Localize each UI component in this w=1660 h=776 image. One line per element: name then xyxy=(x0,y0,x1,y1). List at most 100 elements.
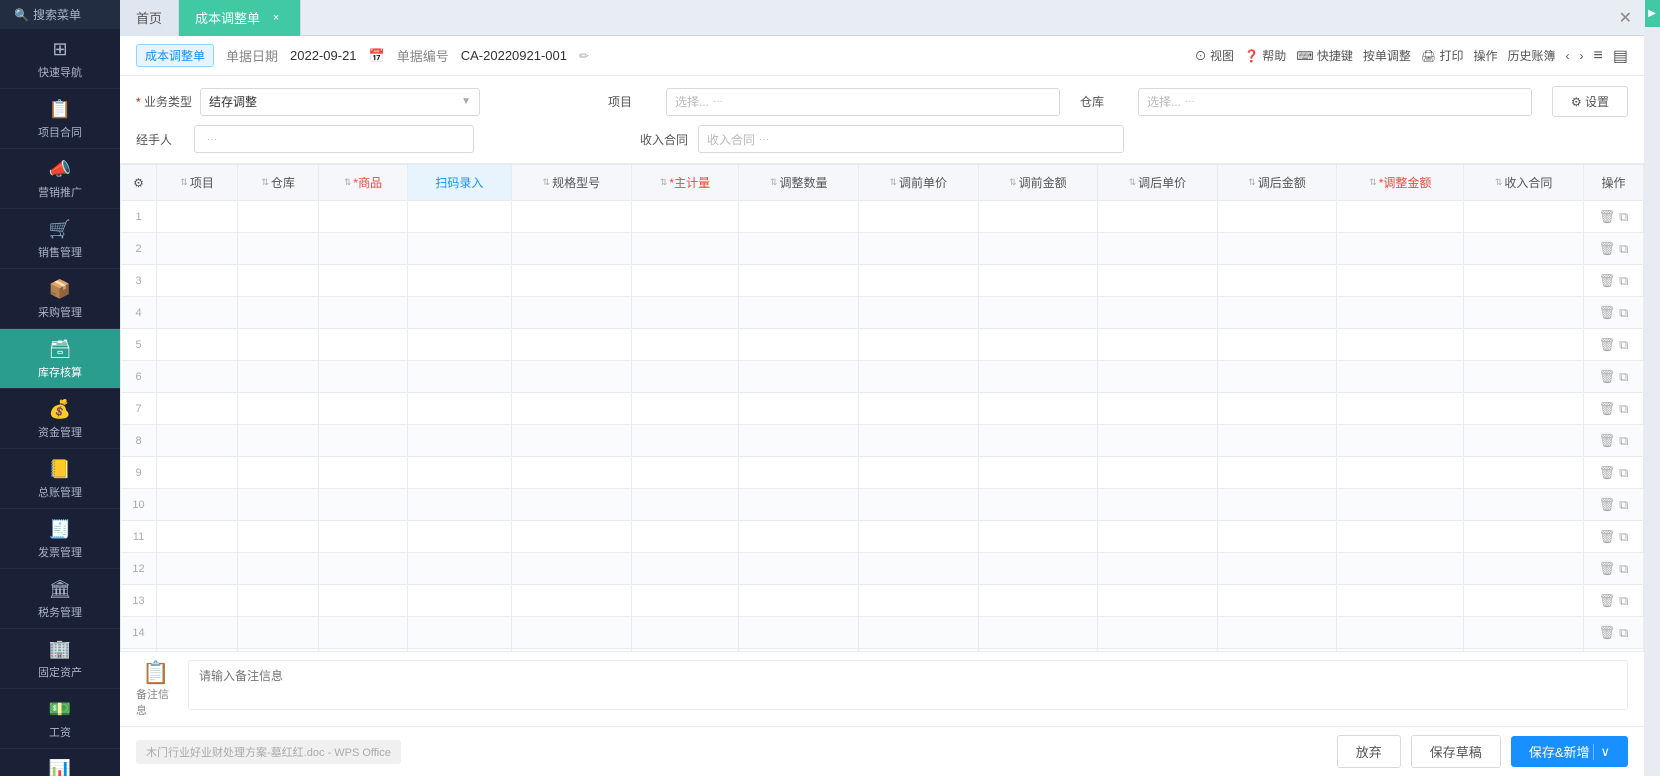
cell-income-contract-13[interactable] xyxy=(1464,585,1584,617)
delete-icon-2[interactable]: 🗑 xyxy=(1599,241,1616,257)
cell-after-price-4[interactable] xyxy=(1098,297,1218,329)
cell-unit-4[interactable] xyxy=(631,297,739,329)
cell-after-price-13[interactable] xyxy=(1098,585,1218,617)
delete-icon-14[interactable]: 🗑 xyxy=(1599,625,1616,641)
cell-warehouse-9[interactable] xyxy=(238,457,319,489)
cell-spec-6[interactable] xyxy=(512,361,632,393)
cell-adjust-amount-3[interactable] xyxy=(1337,265,1464,297)
sidebar-item-operations[interactable]: 📊经营管理 xyxy=(0,749,120,776)
cell-prev-amount-1[interactable] xyxy=(978,201,1098,233)
cell-scan-13[interactable] xyxy=(407,585,511,617)
cell-unit-5[interactable] xyxy=(631,329,739,361)
copy-icon-5[interactable]: ⧉ xyxy=(1619,337,1628,353)
action-batch[interactable]: 按单调整 xyxy=(1363,47,1411,64)
delete-icon-11[interactable]: 🗑 xyxy=(1599,529,1616,545)
cell-spec-11[interactable] xyxy=(512,521,632,553)
cell-warehouse-5[interactable] xyxy=(238,329,319,361)
cell-after-amount-9[interactable] xyxy=(1217,457,1337,489)
cell-project-9[interactable] xyxy=(157,457,238,489)
col-scan[interactable]: 扫码录入 xyxy=(407,165,511,201)
cell-project-7[interactable] xyxy=(157,393,238,425)
cell-after-amount-3[interactable] xyxy=(1217,265,1337,297)
cell-spec-8[interactable] xyxy=(512,425,632,457)
cell-warehouse-15[interactable] xyxy=(238,649,319,652)
cell-adjust-amount-12[interactable] xyxy=(1337,553,1464,585)
cell-adjust-qty-2[interactable] xyxy=(739,233,859,265)
delete-icon-4[interactable]: 🗑 xyxy=(1599,305,1616,321)
delete-icon-6[interactable]: 🗑 xyxy=(1599,369,1616,385)
action-view[interactable]: ⊙ 视图 xyxy=(1195,47,1234,64)
cell-prev-amount-14[interactable] xyxy=(978,617,1098,649)
cell-prev-price-13[interactable] xyxy=(858,585,978,617)
cell-goods-2[interactable] xyxy=(319,233,408,265)
cell-project-2[interactable] xyxy=(157,233,238,265)
cell-spec-15[interactable] xyxy=(512,649,632,652)
cell-adjust-amount-6[interactable] xyxy=(1337,361,1464,393)
cell-adjust-qty-11[interactable] xyxy=(739,521,859,553)
handler-input[interactable]: ··· xyxy=(194,125,474,153)
cell-goods-10[interactable] xyxy=(319,489,408,521)
cell-spec-12[interactable] xyxy=(512,553,632,585)
cell-adjust-qty-8[interactable] xyxy=(739,425,859,457)
cell-after-price-11[interactable] xyxy=(1098,521,1218,553)
sidebar-item-finance[interactable]: 💰资金管理 xyxy=(0,389,120,449)
cell-spec-1[interactable] xyxy=(512,201,632,233)
cell-scan-2[interactable] xyxy=(407,233,511,265)
cell-scan-11[interactable] xyxy=(407,521,511,553)
nav-next[interactable]: › xyxy=(1580,49,1584,63)
save-draft-button[interactable]: 保存草稿 xyxy=(1411,735,1501,768)
cell-adjust-qty-15[interactable] xyxy=(739,649,859,652)
cell-scan-9[interactable] xyxy=(407,457,511,489)
cell-income-contract-14[interactable] xyxy=(1464,617,1584,649)
copy-icon-10[interactable]: ⧉ xyxy=(1619,497,1628,513)
cell-prev-price-6[interactable] xyxy=(858,361,978,393)
copy-icon-1[interactable]: ⧉ xyxy=(1619,209,1628,225)
cell-warehouse-14[interactable] xyxy=(238,617,319,649)
copy-icon-11[interactable]: ⧉ xyxy=(1619,529,1628,545)
cell-prev-price-9[interactable] xyxy=(858,457,978,489)
copy-icon-14[interactable]: ⧉ xyxy=(1619,625,1628,641)
copy-icon-3[interactable]: ⧉ xyxy=(1619,273,1628,289)
action-print[interactable]: 🖨 打印 xyxy=(1421,47,1464,64)
cell-prev-price-4[interactable] xyxy=(858,297,978,329)
cell-warehouse-8[interactable] xyxy=(238,425,319,457)
cell-goods-6[interactable] xyxy=(319,361,408,393)
cell-after-amount-8[interactable] xyxy=(1217,425,1337,457)
copy-icon-8[interactable]: ⧉ xyxy=(1619,433,1628,449)
cell-prev-price-10[interactable] xyxy=(858,489,978,521)
cell-spec-14[interactable] xyxy=(512,617,632,649)
detail-view-icon[interactable]: ▤ xyxy=(1613,46,1628,66)
taskbar-wps[interactable]: 木门行业好业财处理方案-墓红红.doc - WPS Office xyxy=(136,740,401,764)
cell-income-contract-1[interactable] xyxy=(1464,201,1584,233)
delete-icon-9[interactable]: 🗑 xyxy=(1599,465,1616,481)
cell-goods-13[interactable] xyxy=(319,585,408,617)
action-operate[interactable]: 操作 xyxy=(1474,47,1498,64)
right-sidebar-green-tab[interactable]: ▶ xyxy=(1645,0,1660,27)
cell-goods-1[interactable] xyxy=(319,201,408,233)
discard-button[interactable]: 放弃 xyxy=(1337,735,1401,768)
delete-icon-5[interactable]: 🗑 xyxy=(1599,337,1616,353)
cell-goods-15[interactable] xyxy=(319,649,408,652)
cell-income-contract-9[interactable] xyxy=(1464,457,1584,489)
copy-icon-13[interactable]: ⧉ xyxy=(1619,593,1628,609)
cell-unit-10[interactable] xyxy=(631,489,739,521)
copy-icon-7[interactable]: ⧉ xyxy=(1619,401,1628,417)
sidebar-search[interactable]: 🔍 搜索菜单 xyxy=(0,0,120,29)
cell-after-price-6[interactable] xyxy=(1098,361,1218,393)
delete-icon-8[interactable]: 🗑 xyxy=(1599,433,1616,449)
cell-prev-price-8[interactable] xyxy=(858,425,978,457)
cell-project-15[interactable] xyxy=(157,649,238,652)
cell-scan-8[interactable] xyxy=(407,425,511,457)
cell-after-amount-2[interactable] xyxy=(1217,233,1337,265)
cell-scan-5[interactable] xyxy=(407,329,511,361)
cell-warehouse-12[interactable] xyxy=(238,553,319,585)
cell-after-amount-15[interactable] xyxy=(1217,649,1337,652)
cell-adjust-qty-6[interactable] xyxy=(739,361,859,393)
cell-after-amount-4[interactable] xyxy=(1217,297,1337,329)
cell-goods-11[interactable] xyxy=(319,521,408,553)
cell-adjust-qty-1[interactable] xyxy=(739,201,859,233)
cell-spec-3[interactable] xyxy=(512,265,632,297)
cell-income-contract-4[interactable] xyxy=(1464,297,1584,329)
cell-scan-14[interactable] xyxy=(407,617,511,649)
cell-after-price-1[interactable] xyxy=(1098,201,1218,233)
